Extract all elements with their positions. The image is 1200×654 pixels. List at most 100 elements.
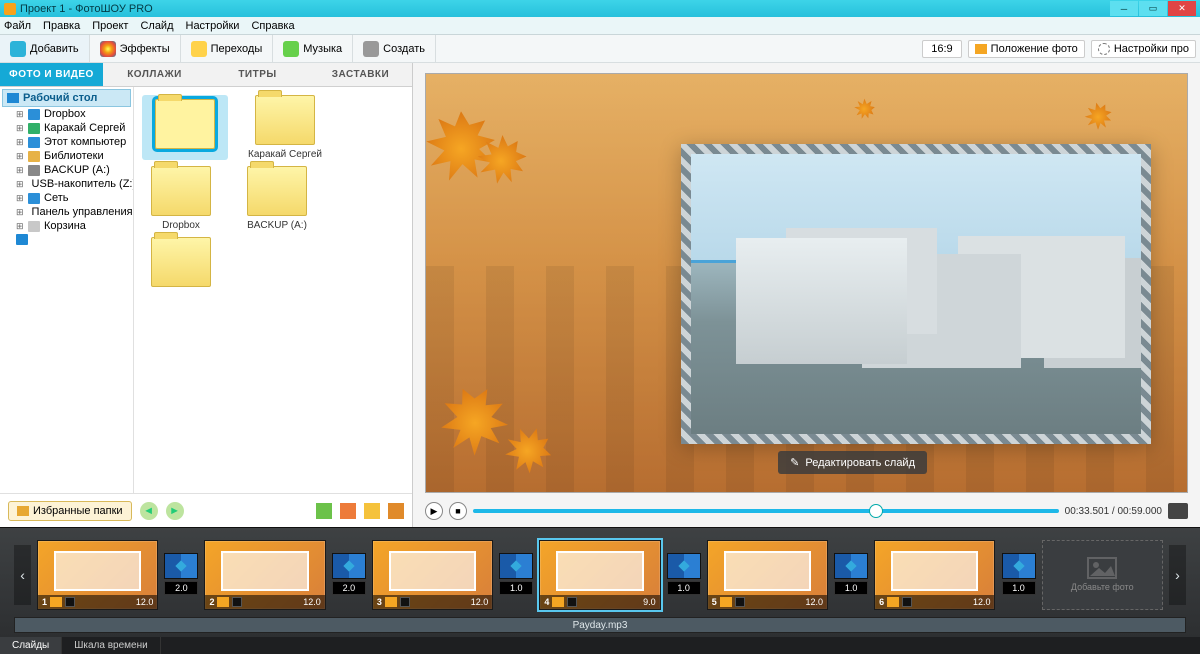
- item-icon: [28, 137, 40, 148]
- nav-back-button[interactable]: ◄: [140, 502, 158, 520]
- tree-item[interactable]: ⊞Каракай Сергей: [2, 121, 131, 135]
- effects-button[interactable]: Эффекты: [90, 35, 181, 62]
- slides-row[interactable]: ‹ 112.02.0212.02.0312.01.049.01.0512.01.…: [14, 536, 1186, 613]
- folder-tree[interactable]: Рабочий стол ⊞Dropbox⊞Каракай Сергей⊞Это…: [0, 87, 134, 493]
- transitions-button[interactable]: Переходы: [181, 35, 274, 62]
- close-button[interactable]: ✕: [1168, 1, 1196, 16]
- menu-slide[interactable]: Слайд: [140, 20, 173, 32]
- folder-item[interactable]: [142, 95, 228, 160]
- transition-thumbnail: [834, 553, 868, 579]
- folder-icon: [155, 99, 215, 149]
- sound-icon[interactable]: [232, 597, 242, 607]
- window-title: Проект 1 - ФотоШОУ PRO: [20, 3, 153, 15]
- refresh-icon[interactable]: [364, 503, 380, 519]
- music-button[interactable]: Музыка: [273, 35, 353, 62]
- photo-content: [691, 154, 1141, 434]
- timeline-slide[interactable]: 512.0: [707, 540, 828, 610]
- folder-item[interactable]: [142, 237, 220, 291]
- timeline-slide[interactable]: 312.0: [372, 540, 493, 610]
- transition-item[interactable]: 2.0: [332, 553, 366, 597]
- folder-item[interactable]: BACKUP (A:): [238, 166, 316, 231]
- slide-thumbnail: [891, 551, 978, 591]
- pencil-icon: ✎: [790, 456, 799, 469]
- minimize-button[interactable]: ─: [1110, 1, 1138, 16]
- preview-canvas[interactable]: ✎Редактировать слайд: [425, 73, 1188, 493]
- sound-icon[interactable]: [400, 597, 410, 607]
- tree-item[interactable]: ⊞USB-накопитель (Z:): [2, 177, 131, 191]
- sound-icon[interactable]: [735, 597, 745, 607]
- stop-button[interactable]: ■: [449, 502, 467, 520]
- menu-file[interactable]: Файл: [4, 20, 31, 32]
- add-photo-placeholder[interactable]: Добавьте фото: [1042, 540, 1163, 610]
- tree-item[interactable]: ⊞Сеть: [2, 191, 131, 205]
- menu-help[interactable]: Справка: [251, 20, 294, 32]
- folder-item[interactable]: Каракай Сергей: [246, 95, 324, 160]
- tree-item[interactable]: ⊞Этот компьютер: [2, 135, 131, 149]
- tree-item[interactable]: ⊞Панель управления: [2, 205, 131, 219]
- snapshot-button[interactable]: [1168, 503, 1188, 519]
- pencil-icon[interactable]: [50, 597, 62, 607]
- favorites-button[interactable]: Избранные папки: [8, 501, 132, 521]
- bottom-tabs: Слайды Шкала времени: [0, 637, 1200, 654]
- transition-item[interactable]: 2.0: [164, 553, 198, 597]
- transition-item[interactable]: 1.0: [834, 553, 868, 597]
- edit-slide-button[interactable]: ✎Редактировать слайд: [778, 451, 927, 474]
- aspect-ratio-button[interactable]: 16:9: [922, 40, 961, 58]
- tree-item[interactable]: ⊞Dropbox: [2, 107, 131, 121]
- tab-collages[interactable]: КОЛЛАЖИ: [103, 63, 206, 86]
- folder-label: Каракай Сергей: [248, 149, 322, 160]
- pencil-icon[interactable]: [720, 597, 732, 607]
- left-tabs: ФОТО И ВИДЕО КОЛЛАЖИ ТИТРЫ ЗАСТАВКИ: [0, 63, 412, 87]
- menu-edit[interactable]: Правка: [43, 20, 80, 32]
- pencil-icon[interactable]: [217, 597, 229, 607]
- folder-star-icon: [17, 506, 29, 516]
- tab-titles[interactable]: ТИТРЫ: [206, 63, 309, 86]
- seek-bar[interactable]: [473, 509, 1059, 513]
- transition-item[interactable]: 1.0: [667, 553, 701, 597]
- tab-slides[interactable]: Слайды: [0, 637, 62, 654]
- timeline-slide[interactable]: 49.0: [539, 540, 660, 610]
- play-button[interactable]: ▶: [425, 502, 443, 520]
- add-button[interactable]: Добавить: [0, 35, 90, 62]
- timeline-slide[interactable]: 612.0: [874, 540, 995, 610]
- photo-position-button[interactable]: Положение фото: [968, 40, 1085, 58]
- pencil-icon[interactable]: [385, 597, 397, 607]
- pencil-icon[interactable]: [552, 597, 564, 607]
- tree-item[interactable]: ⊞Корзина: [2, 219, 131, 233]
- folder-item[interactable]: Dropbox: [142, 166, 220, 231]
- maximize-button[interactable]: ▭: [1139, 1, 1167, 16]
- nav-forward-button[interactable]: ►: [166, 502, 184, 520]
- transition-item[interactable]: 1.0: [499, 553, 533, 597]
- tab-timeline[interactable]: Шкала времени: [62, 637, 160, 654]
- create-button[interactable]: Создать: [353, 35, 436, 62]
- tree-item[interactable]: ⊞Библиотеки: [2, 149, 131, 163]
- audio-track[interactable]: Payday.mp3: [14, 617, 1186, 633]
- project-settings-button[interactable]: Настройки про: [1091, 40, 1196, 58]
- transition-thumbnail: [499, 553, 533, 579]
- tab-photo-video[interactable]: ФОТО И ВИДЕО: [0, 63, 103, 86]
- download-icon[interactable]: [316, 503, 332, 519]
- folder-label: Dropbox: [162, 220, 200, 231]
- sound-icon[interactable]: [902, 597, 912, 607]
- home-icon[interactable]: [340, 503, 356, 519]
- photo-frame[interactable]: [681, 144, 1151, 444]
- item-icon: [28, 109, 40, 120]
- timeline-panel: ‹ 112.02.0212.02.0312.01.049.01.0512.01.…: [0, 527, 1200, 637]
- timeline-scroll-right[interactable]: ›: [1169, 545, 1186, 605]
- pencil-icon[interactable]: [887, 597, 899, 607]
- menu-settings[interactable]: Настройки: [186, 20, 240, 32]
- transition-item[interactable]: 1.0: [1001, 553, 1035, 597]
- sound-icon[interactable]: [65, 597, 75, 607]
- photo-icon: [975, 44, 987, 54]
- menu-project[interactable]: Проект: [92, 20, 128, 32]
- tab-splash[interactable]: ЗАСТАВКИ: [309, 63, 412, 86]
- slide-info-bar: 212.0: [205, 595, 324, 609]
- tree-root[interactable]: Рабочий стол: [2, 89, 131, 107]
- favorite-folder-icon[interactable]: [388, 503, 404, 519]
- tree-item-gear[interactable]: [2, 233, 131, 246]
- tree-item[interactable]: ⊞BACKUP (A:): [2, 163, 131, 177]
- sound-icon[interactable]: [567, 597, 577, 607]
- timeline-slide[interactable]: 112.0: [37, 540, 158, 610]
- timeline-slide[interactable]: 212.0: [204, 540, 325, 610]
- timeline-scroll-left[interactable]: ‹: [14, 545, 31, 605]
